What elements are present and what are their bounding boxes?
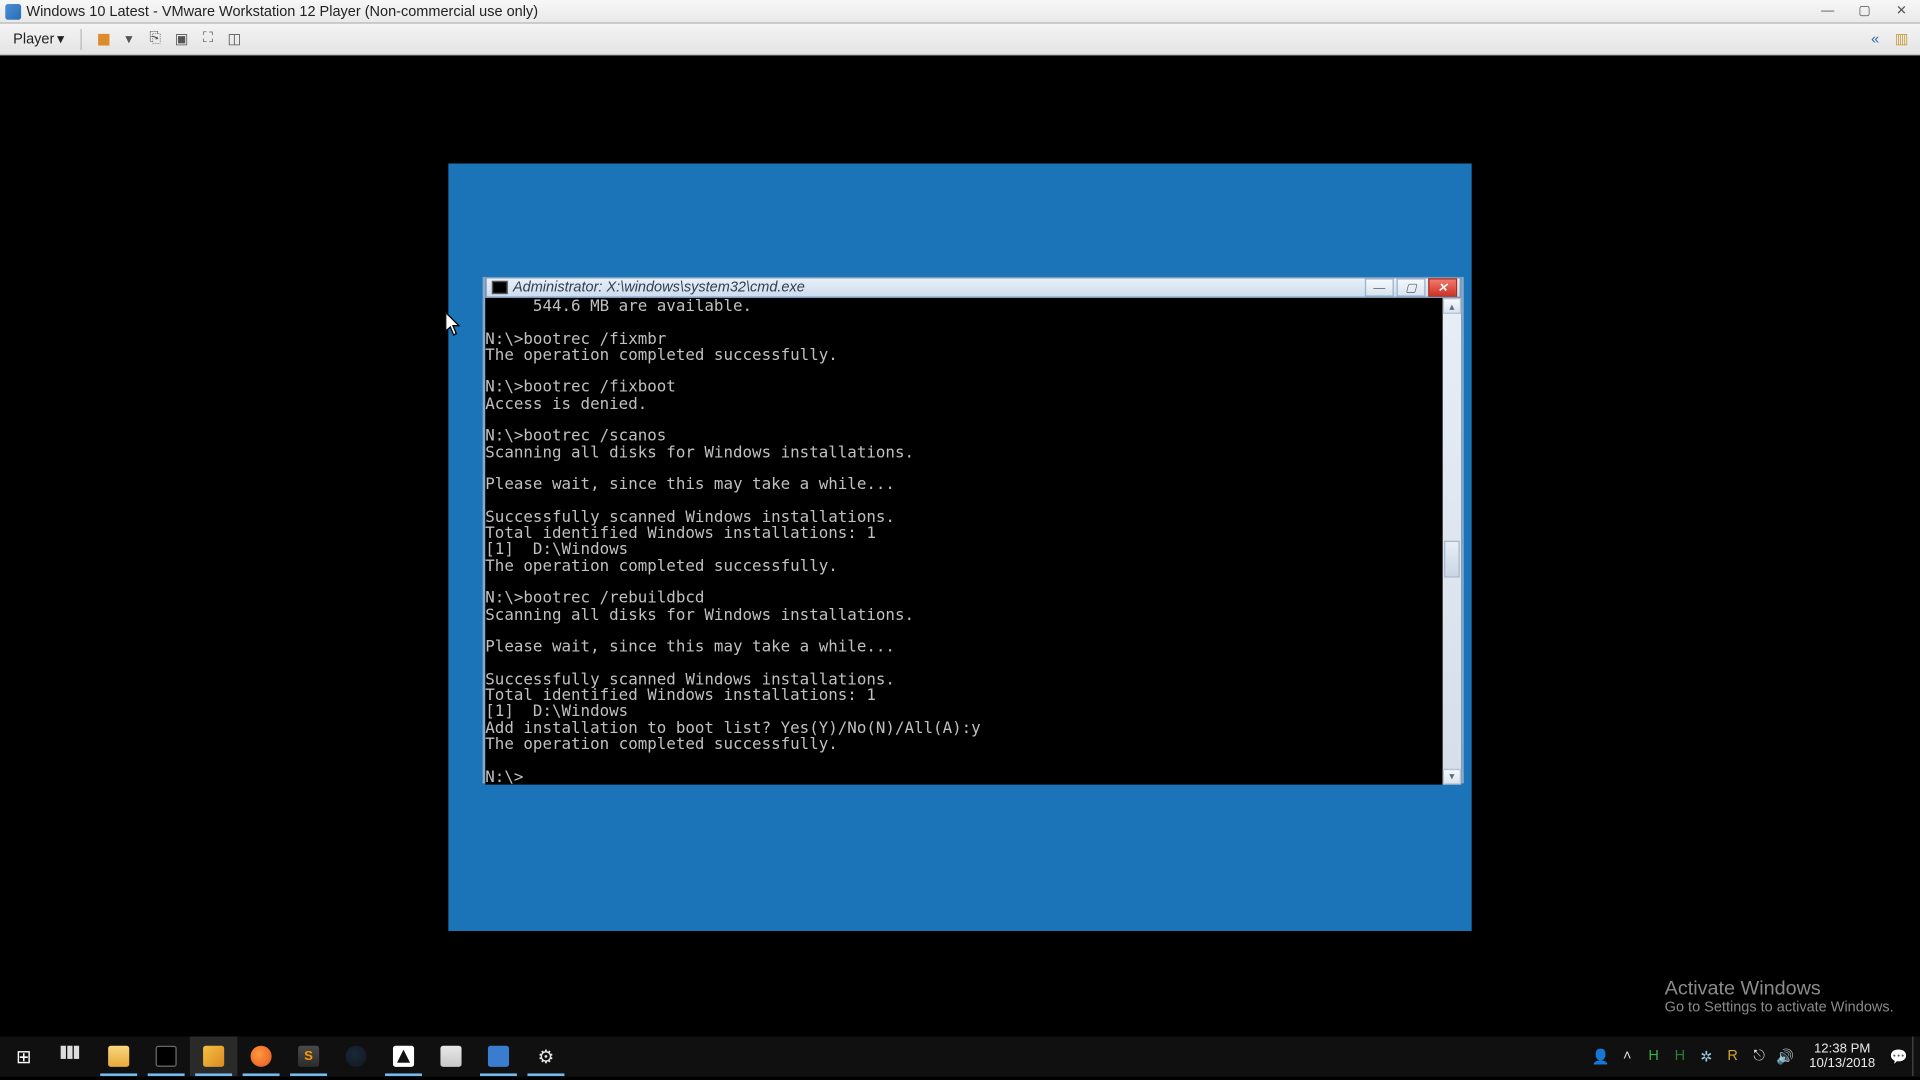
cmd-window: Administrator: X:\windows\system32\cmd.e… xyxy=(483,277,1464,783)
tray-app-3[interactable]: ✲ xyxy=(1693,1036,1719,1076)
mail[interactable] xyxy=(475,1036,522,1076)
cmd-minimize-button[interactable]: — xyxy=(1365,278,1394,296)
cmd-maximize-button[interactable]: ▢ xyxy=(1397,278,1426,296)
cmd-output[interactable]: 544.6 MB are available. N:\>bootrec /fix… xyxy=(485,298,1442,784)
settings-app[interactable]: ⚙ xyxy=(522,1036,569,1076)
snapshot-button[interactable]: ▣ xyxy=(171,28,192,49)
calculator-icon xyxy=(439,1044,463,1068)
player-menu[interactable]: Player▾ xyxy=(8,28,70,50)
power-dropdown-button[interactable]: ▾ xyxy=(118,28,139,49)
taskbar: ⊞⚙ 👤˄HH✲R⎋🔊 12:38 PM 10/13/2018 💬 xyxy=(0,1036,1920,1076)
tray-app-2[interactable]: H xyxy=(1667,1036,1693,1076)
steam[interactable] xyxy=(332,1036,379,1076)
activate-subtitle: Go to Settings to activate Windows. xyxy=(1665,1000,1894,1016)
scroll-thumb[interactable] xyxy=(1444,541,1460,578)
vmware-window: Windows 10 Latest - VMware Workstation 1… xyxy=(0,0,1920,1076)
unity-button[interactable]: ◫ xyxy=(224,28,245,49)
vm-display-area[interactable]: Administrator: X:\windows\system32\cmd.e… xyxy=(0,55,1920,1076)
command-prompt-icon xyxy=(154,1044,178,1068)
show-hidden-icons[interactable]: ˄ xyxy=(1614,1036,1640,1076)
file-explorer-icon xyxy=(107,1044,131,1068)
vmware-title: Windows 10 Latest - VMware Workstation 1… xyxy=(26,3,538,19)
volume-icon[interactable]: 🔊 xyxy=(1772,1036,1798,1076)
cmd-close-button[interactable]: ✕ xyxy=(1428,278,1457,296)
vmware-player[interactable] xyxy=(190,1036,237,1076)
mouse-cursor xyxy=(446,313,462,337)
vmware-toolbar: Player▾ ▮▮ ▾ ⎘ ▣ ⛶ ◫ « ▥ xyxy=(0,24,1920,56)
action-center-button[interactable]: 💬 xyxy=(1886,1036,1912,1076)
firefox-icon xyxy=(249,1044,273,1068)
start-button[interactable]: ⊞ xyxy=(0,1036,47,1076)
minimize-button[interactable]: — xyxy=(1809,0,1846,23)
manage-button[interactable]: ▥ xyxy=(1891,28,1912,49)
sublime-text[interactable] xyxy=(285,1036,332,1076)
task-view-button[interactable] xyxy=(47,1036,94,1076)
clock-time: 12:38 PM xyxy=(1814,1042,1870,1057)
tray-app-4[interactable]: R xyxy=(1720,1036,1746,1076)
file-explorer[interactable] xyxy=(95,1036,142,1076)
tray-app-1[interactable]: H xyxy=(1640,1036,1666,1076)
vmware-app-icon xyxy=(5,3,21,19)
cmd-title: Administrator: X:\windows\system32\cmd.e… xyxy=(513,280,805,296)
close-button[interactable]: ✕ xyxy=(1883,0,1920,23)
pause-vm-button[interactable]: ▮▮ xyxy=(92,28,113,49)
maximize-button[interactable]: ▢ xyxy=(1846,0,1883,23)
vmware-player-icon xyxy=(202,1044,226,1068)
vivaldi-icon xyxy=(392,1044,416,1068)
task-view-button-icon xyxy=(59,1044,83,1068)
fullscreen-button[interactable]: ⛶ xyxy=(197,28,218,49)
firefox[interactable] xyxy=(237,1036,284,1076)
scroll-up-button[interactable]: ▴ xyxy=(1443,298,1461,314)
settings-app-icon: ⚙ xyxy=(534,1044,558,1068)
scroll-track[interactable] xyxy=(1443,314,1461,769)
vmware-titlebar[interactable]: Windows 10 Latest - VMware Workstation 1… xyxy=(0,0,1920,24)
system-tray: 👤˄HH✲R⎋🔊 12:38 PM 10/13/2018 💬 xyxy=(1588,1036,1920,1076)
collapse-toolbar-button[interactable]: « xyxy=(1865,28,1886,49)
clock-date: 10/13/2018 xyxy=(1809,1056,1875,1071)
sublime-text-icon xyxy=(297,1044,321,1068)
steam-icon xyxy=(344,1044,368,1068)
cmd-titlebar[interactable]: Administrator: X:\windows\system32\cmd.e… xyxy=(485,277,1461,298)
network-icon[interactable]: ⎋ xyxy=(1746,1036,1772,1076)
people-icon[interactable]: 👤 xyxy=(1588,1036,1614,1076)
mail-icon xyxy=(487,1044,511,1068)
show-desktop-button[interactable] xyxy=(1912,1036,1920,1076)
start-button-icon: ⊞ xyxy=(12,1044,36,1068)
command-prompt[interactable] xyxy=(142,1036,189,1076)
scroll-down-button[interactable]: ▾ xyxy=(1443,769,1461,785)
activate-windows-watermark: Activate Windows Go to Settings to activ… xyxy=(1665,977,1894,1015)
cmd-scrollbar[interactable]: ▴ ▾ xyxy=(1443,298,1461,784)
vivaldi[interactable] xyxy=(380,1036,427,1076)
cmd-icon xyxy=(492,281,508,294)
calculator[interactable] xyxy=(427,1036,474,1076)
taskbar-clock[interactable]: 12:38 PM 10/13/2018 xyxy=(1799,1042,1886,1071)
activate-title: Activate Windows xyxy=(1665,977,1894,999)
send-ctrl-alt-del-button[interactable]: ⎘ xyxy=(145,28,166,49)
